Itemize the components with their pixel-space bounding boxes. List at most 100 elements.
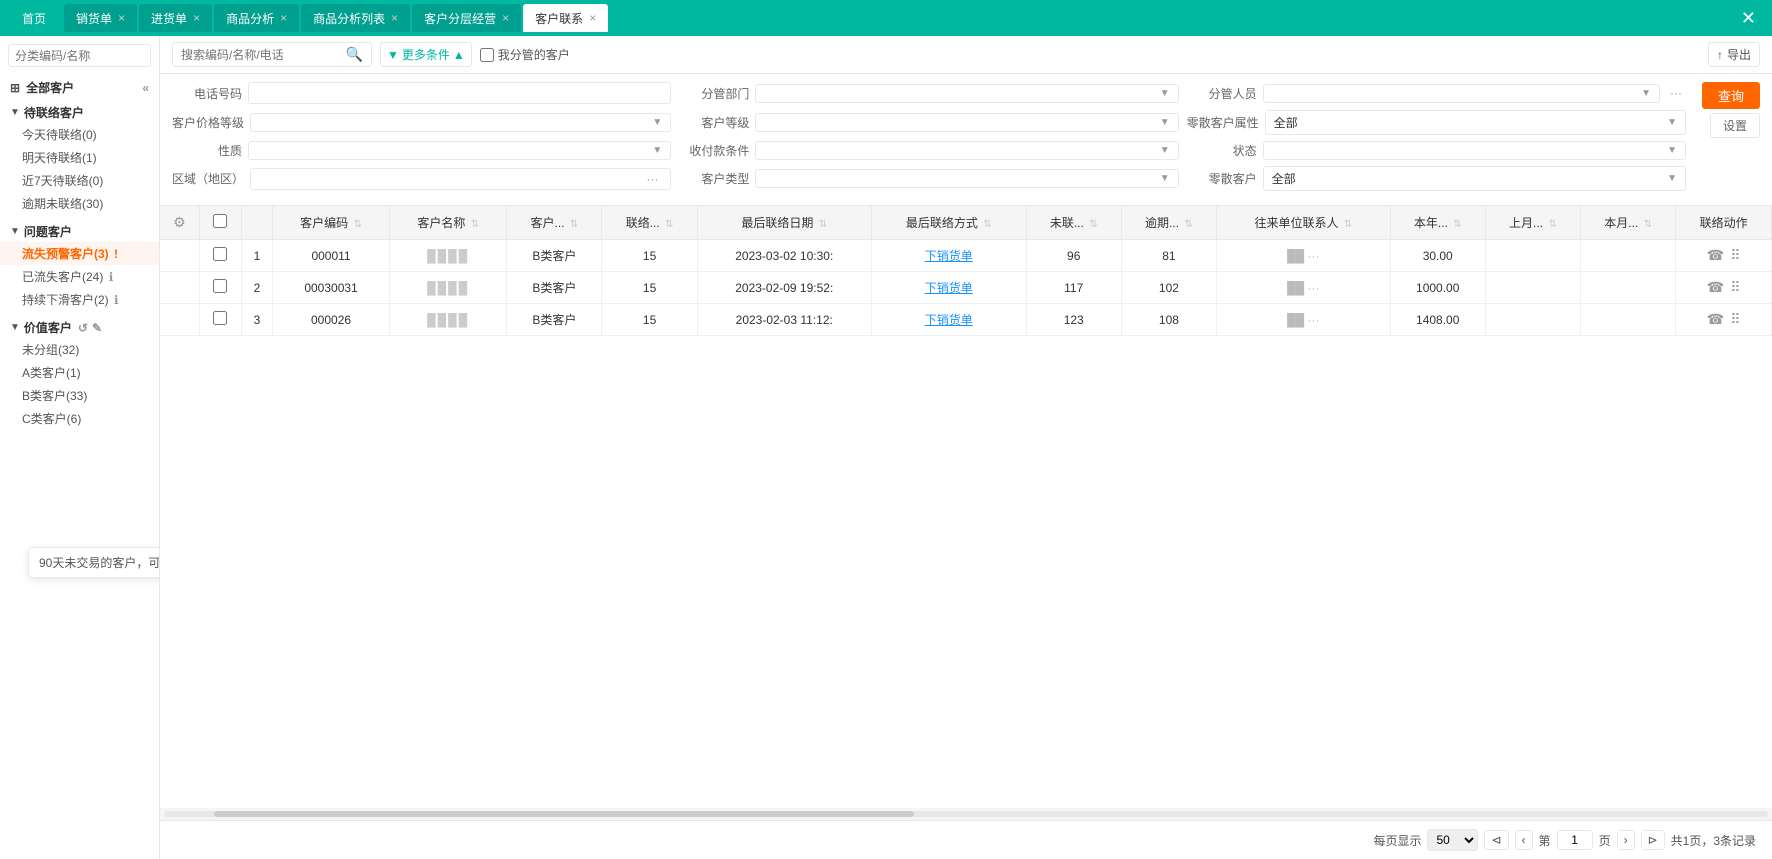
sidebar-item-week-pending[interactable]: 近7天待联络(0) (0, 169, 159, 192)
filter-region: 区域（地区） ··· (172, 168, 671, 190)
sidebar-item-class-c[interactable]: C类客户(6) (0, 407, 159, 430)
filter-retail-attr-select[interactable]: 全部 ▼ (1265, 110, 1686, 135)
tab-home[interactable]: 首页 (8, 4, 60, 32)
filter-phone-input[interactable] (248, 82, 671, 104)
filter-person-select[interactable]: ▼ (1263, 84, 1660, 103)
my-customer-check[interactable] (480, 48, 494, 62)
col-last-contact-date[interactable]: 最后联络日期 ⇅ (697, 206, 871, 240)
action-contact-icon-1[interactable]: ☎ (1707, 279, 1724, 296)
col-overdue[interactable]: 逾期... ⇅ (1121, 206, 1216, 240)
filter-payment-select[interactable]: ▼ (755, 141, 1178, 160)
sidebar-item-class-a[interactable]: A类客户(1) (0, 361, 159, 384)
filter-person-more[interactable]: ··· (1666, 86, 1686, 100)
per-page-select[interactable]: 50 100 200 (1427, 829, 1478, 851)
refresh-icon[interactable]: ↺ (78, 321, 88, 335)
col-last-contact-way[interactable]: 最后联络方式 ⇅ (871, 206, 1026, 240)
filter-dept-select[interactable]: ▼ (755, 84, 1178, 103)
sidebar-item-ungrouped[interactable]: 未分组(32) (0, 338, 159, 361)
next-page-button[interactable]: › (1617, 830, 1635, 850)
close-sales-tab[interactable]: × (118, 11, 125, 25)
last-page-button[interactable]: ⊳ (1641, 830, 1665, 850)
col-code[interactable]: 客户编码 ⇅ (272, 206, 389, 240)
row-check-0[interactable] (213, 247, 227, 261)
row-checkbox-1[interactable] (199, 272, 241, 304)
close-purchase-tab[interactable]: × (193, 11, 200, 25)
sidebar-search-box[interactable]: 🔍 (8, 44, 151, 67)
scrollbar-track[interactable] (164, 811, 1768, 817)
toolbar-search-box[interactable]: 🔍 (172, 42, 372, 67)
row-last-contact-way-0[interactable]: 下销货单 (871, 240, 1026, 272)
my-customer-checkbox[interactable]: 我分管的客户 (480, 46, 570, 63)
sidebar-item-overdue-pending[interactable]: 逾期未联络(30) (0, 192, 159, 215)
sidebar-item-churn-warning[interactable]: 流失预警客户(3) ! (0, 242, 159, 265)
edit-icon[interactable]: ✎ (92, 321, 102, 335)
col-contact[interactable]: 联络... ⇅ (602, 206, 697, 240)
col-type[interactable]: 客户... ⇅ (507, 206, 602, 240)
select-all-checkbox[interactable] (213, 214, 227, 228)
settings-button[interactable]: 设置 (1710, 113, 1760, 138)
action-contact-icon-2[interactable]: ☎ (1707, 311, 1724, 328)
sidebar-item-tomorrow-pending[interactable]: 明天待联络(1) (0, 146, 159, 169)
tab-customer-contact[interactable]: 客户联系 × (523, 4, 608, 32)
window-close-button[interactable]: ✕ (1733, 8, 1764, 29)
action-more-icon-0[interactable]: ⠿ (1730, 247, 1740, 264)
col-gear[interactable]: ⚙ (160, 206, 199, 240)
sidebar-item-today-pending[interactable]: 今天待联络(0) (0, 123, 159, 146)
query-button[interactable]: 查询 (1702, 82, 1760, 109)
export-button[interactable]: ↑ 导出 (1708, 42, 1760, 67)
col-no-contact[interactable]: 未联... ⇅ (1026, 206, 1121, 240)
col-checkbox[interactable] (199, 206, 241, 240)
tab-product-analysis[interactable]: 商品分析 × (214, 4, 299, 32)
close-customer-contact-tab[interactable]: × (589, 11, 596, 25)
action-more-icon-2[interactable]: ⠿ (1730, 311, 1740, 328)
sidebar-search-input[interactable] (15, 49, 160, 63)
row-checkbox-2[interactable] (199, 304, 241, 336)
row-last-contact-way-1[interactable]: 下销货单 (871, 272, 1026, 304)
col-last-month[interactable]: 上月... ⇅ (1485, 206, 1580, 240)
row-check-2[interactable] (213, 311, 227, 325)
row-check-1[interactable] (213, 279, 227, 293)
row-checkbox-0[interactable] (199, 240, 241, 272)
close-product-analysis-tab[interactable]: × (280, 11, 287, 25)
table-settings-icon[interactable]: ⚙ (173, 214, 186, 230)
sidebar-item-churned[interactable]: 已流失客户(24) ℹ (0, 265, 159, 288)
filter-payment: 收付款条件 ▼ (679, 141, 1178, 160)
horizontal-scrollbar[interactable] (160, 808, 1772, 820)
filter-region-select[interactable]: ··· (250, 168, 671, 190)
close-customer-segment-tab[interactable]: × (502, 11, 509, 25)
filter-price-grade-select[interactable]: ▼ (250, 113, 671, 132)
sidebar-group-problem[interactable]: ▼ 问题客户 (0, 219, 159, 242)
tab-product-list[interactable]: 商品分析列表 × (301, 4, 410, 32)
col-this-month[interactable]: 本月... ⇅ (1581, 206, 1676, 240)
sidebar-group-pending[interactable]: ▼ 待联络客户 (0, 100, 159, 123)
prev-page-button[interactable]: ‹ (1515, 830, 1533, 850)
filter-retail-customer-select[interactable]: 全部 ▼ (1263, 166, 1686, 191)
sidebar-item-declining[interactable]: 持续下滑客户(2) ℹ (0, 288, 159, 311)
tab-customer-segment[interactable]: 客户分层经营 × (412, 4, 521, 32)
sidebar-group-value[interactable]: ▼ 价值客户 ↺ ✎ (0, 315, 159, 338)
toolbar-search-input[interactable] (181, 48, 346, 62)
tab-purchase[interactable]: 进货单 × (139, 4, 212, 32)
action-contact-icon-0[interactable]: ☎ (1707, 247, 1724, 264)
first-page-button[interactable]: ⊲ (1484, 830, 1508, 850)
collapse-icon[interactable]: « (142, 81, 149, 95)
close-product-list-tab[interactable]: × (391, 11, 398, 25)
sidebar-item-class-b[interactable]: B类客户(33) (0, 384, 159, 407)
filter-customer-type-select[interactable]: ▼ (755, 169, 1178, 188)
filter-nature-select[interactable]: ▼ (248, 141, 671, 160)
filter-status-select[interactable]: ▼ (1263, 141, 1686, 160)
more-filter-button[interactable]: ▼ 更多条件 ▲ (380, 42, 472, 67)
filter-region-more[interactable]: ··· (642, 172, 662, 186)
action-more-icon-1[interactable]: ⠿ (1730, 279, 1740, 296)
col-unit-contact[interactable]: 往来单位联系人 ⇅ (1217, 206, 1391, 240)
filter-customer-grade-select[interactable]: ▼ (755, 113, 1178, 132)
col-name[interactable]: 客户名称 ⇅ (390, 206, 507, 240)
main-layout: 🔍 ⊞ 全部客户 « ▼ 待联络客户 今天待联络(0) 明天待联络(1) 近7天… (0, 36, 1772, 859)
tab-sales[interactable]: 销货单 × (64, 4, 137, 32)
row-last-contact-way-2[interactable]: 下销货单 (871, 304, 1026, 336)
toolbar-search-icon[interactable]: 🔍 (346, 46, 363, 63)
sidebar-all-customers[interactable]: ⊞ 全部客户 « (0, 75, 159, 100)
scrollbar-thumb[interactable] (214, 811, 914, 817)
page-number-input[interactable] (1557, 830, 1593, 850)
col-this-year[interactable]: 本年... ⇅ (1390, 206, 1485, 240)
